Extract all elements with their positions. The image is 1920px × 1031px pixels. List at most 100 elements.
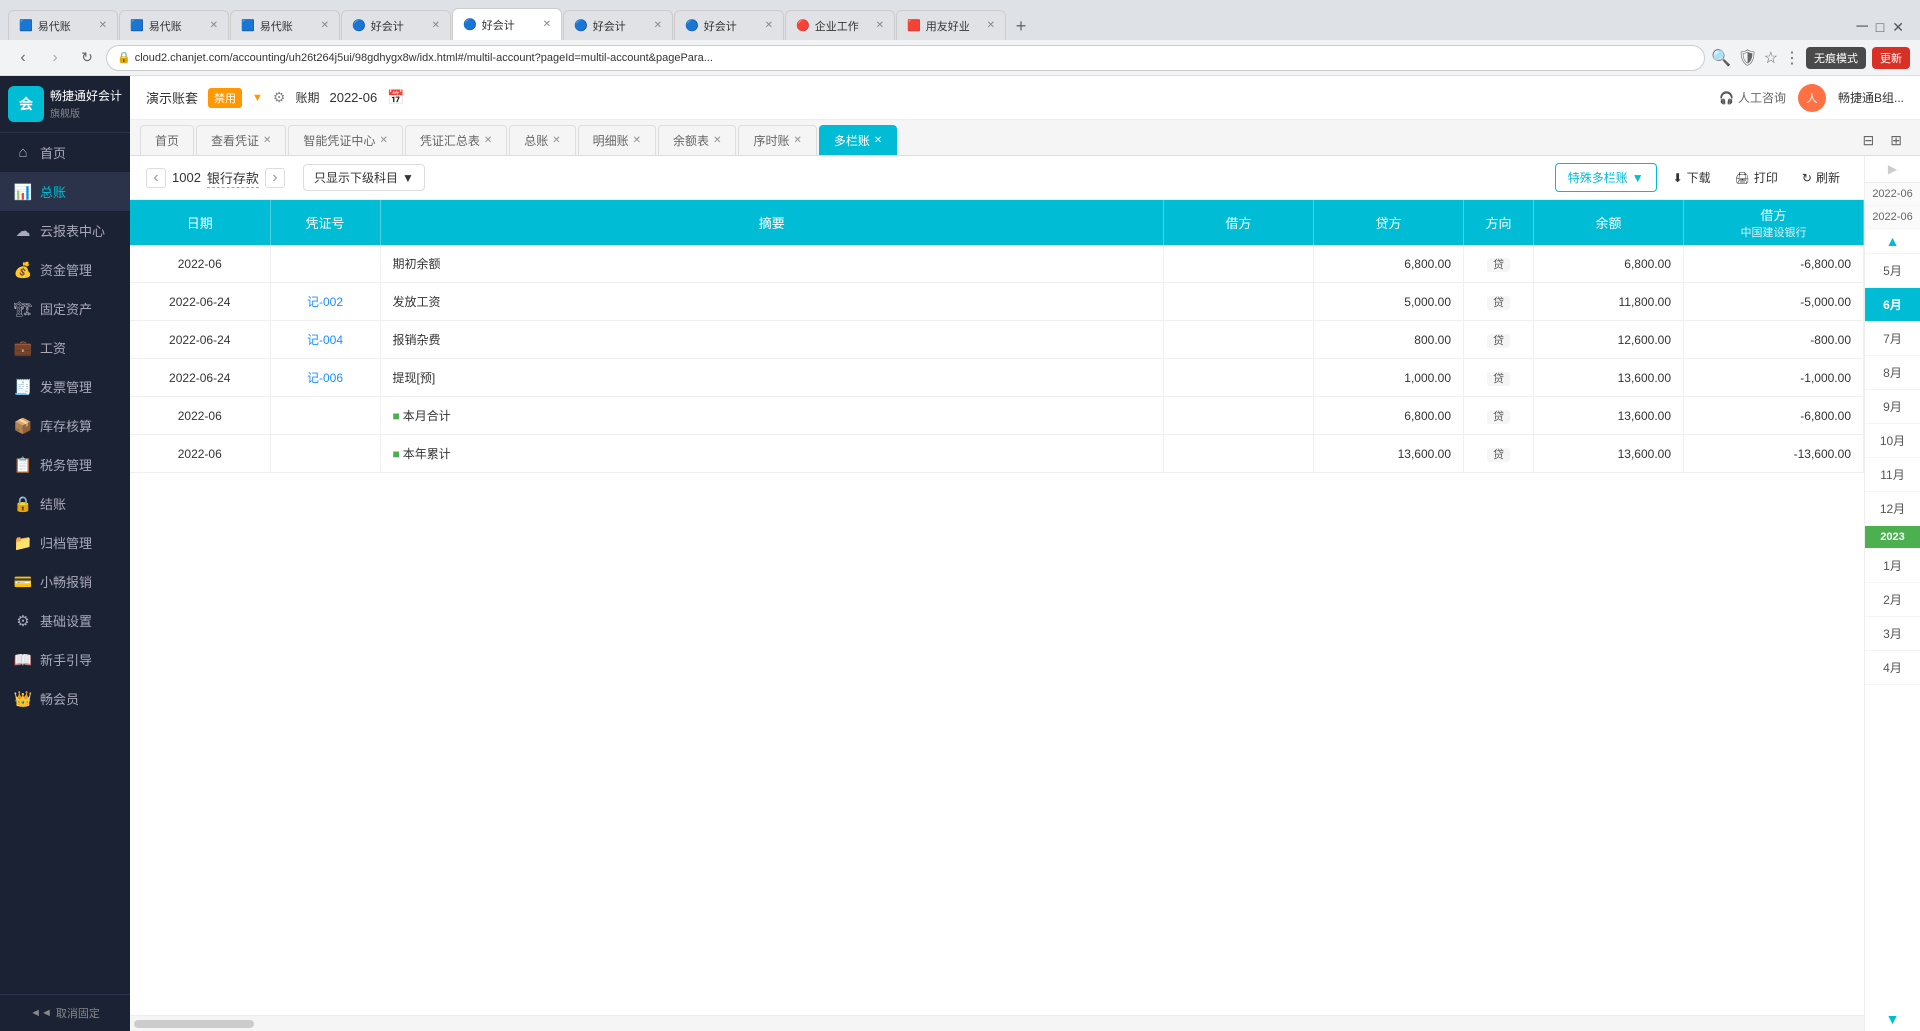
page-tab-summary[interactable]: 凭证汇总表✕ [405, 125, 507, 155]
cell-extra-5: -6,800.00 [1684, 397, 1864, 435]
page-tab-chronological[interactable]: 序时账✕ [738, 125, 816, 155]
new-tab-btn[interactable]: + [1007, 12, 1035, 40]
sidebar-label-close: 结账 [40, 494, 66, 513]
tab-9[interactable]: 🟥用友好业✕ [896, 10, 1006, 40]
url-bar[interactable]: 🔒 cloud2.chanjet.com/accounting/uh26t264… [106, 45, 1705, 71]
forward-btn[interactable]: › [42, 45, 68, 71]
sidebar-item-ledger[interactable]: 📊 总账 [0, 172, 130, 211]
sidebar-item-archive[interactable]: 📁 归档管理 [0, 523, 130, 562]
cell-bal-3: 12,600.00 [1534, 321, 1684, 359]
tab-2[interactable]: 🟦易代账✕ [119, 10, 229, 40]
tab-4[interactable]: 🔵好会计✕ [341, 10, 451, 40]
reload-btn[interactable]: ↻ [74, 45, 100, 71]
demo-badge-dropdown[interactable]: ▼ [252, 92, 263, 104]
window-controls: ─ □ ✕ [1848, 18, 1912, 36]
month-item-6-active[interactable]: 6月 [1865, 288, 1920, 322]
download-btn[interactable]: ⬇ 下载 [1665, 164, 1719, 191]
collapse-tabs-btn[interactable]: ⊟ [1855, 126, 1883, 155]
scroll-down-btn[interactable]: ▼ [1865, 1007, 1920, 1031]
page-tab-voucher[interactable]: 查看凭证✕ [196, 125, 286, 155]
close-tab-multi[interactable]: ✕ [874, 135, 882, 146]
cell-voucher-2[interactable]: 记-002 [270, 283, 380, 321]
page-tab-multi-column[interactable]: 多栏账✕ [819, 125, 897, 155]
month-item-3[interactable]: 3月 [1865, 617, 1920, 651]
page-tab-detail[interactable]: 明细账✕ [578, 125, 656, 155]
tab-8[interactable]: 🔴企业工作✕ [785, 10, 895, 40]
fund-icon: 💰 [14, 261, 32, 279]
sidebar-item-close[interactable]: 🔒 结账 [0, 484, 130, 523]
sidebar-label-fund: 资金管理 [40, 260, 92, 279]
search-icon[interactable]: 🔍 [1711, 48, 1731, 68]
month-item-12[interactable]: 12月 [1865, 492, 1920, 526]
sidebar-item-invoice[interactable]: 🧾 发票管理 [0, 367, 130, 406]
shield-icon[interactable]: 🛡 [1737, 48, 1757, 68]
sidebar-item-settings[interactable]: ⚙ 基础设置 [0, 601, 130, 640]
sidebar-item-fund[interactable]: 💰 资金管理 [0, 250, 130, 289]
close-btn[interactable]: ✕ [1892, 19, 1904, 36]
page-tab-general-ledger[interactable]: 总账✕ [509, 125, 575, 155]
pin-btn[interactable]: ◄◄ 取消固定 [10, 1005, 120, 1021]
star-icon[interactable]: ☆ [1764, 48, 1778, 68]
month-item-1[interactable]: 1月 [1865, 549, 1920, 583]
special-btn-icon: ▼ [1632, 171, 1644, 185]
prev-account-btn[interactable]: ‹ [146, 168, 166, 188]
settings-icon-top[interactable]: ⚙ [273, 89, 286, 106]
close-tab-summary[interactable]: ✕ [484, 135, 492, 146]
close-tab-smart[interactable]: ✕ [379, 135, 387, 146]
month-item-4[interactable]: 4月 [1865, 651, 1920, 685]
expand-tabs-btn[interactable]: ⊞ [1882, 126, 1910, 155]
sidebar-item-fixed-assets[interactable]: 🏗 固定资产 [0, 289, 130, 328]
update-btn[interactable]: 更新 [1872, 47, 1910, 69]
close-tab-gl[interactable]: ✕ [552, 135, 560, 146]
page-tabs: 首页 查看凭证✕ 智能凭证中心✕ 凭证汇总表✕ 总账✕ 明细账✕ 余额表✕ 序时… [130, 120, 1920, 156]
special-column-btn[interactable]: 特殊多栏账 ▼ [1555, 163, 1657, 192]
maximize-btn[interactable]: □ [1876, 19, 1884, 35]
sidebar-item-salary[interactable]: 💼 工资 [0, 328, 130, 367]
month-item-10[interactable]: 10月 [1865, 424, 1920, 458]
page-tab-home[interactable]: 首页 [140, 125, 194, 155]
refresh-btn[interactable]: ↻ 刷新 [1794, 164, 1848, 191]
close-tab-balance[interactable]: ✕ [713, 135, 721, 146]
cell-voucher-3[interactable]: 记-004 [270, 321, 380, 359]
month-item-9[interactable]: 9月 [1865, 390, 1920, 424]
sidebar-item-tax[interactable]: 📋 税务管理 [0, 445, 130, 484]
month-item-7[interactable]: 7月 [1865, 322, 1920, 356]
sidebar-item-expense[interactable]: 💳 小畅报销 [0, 562, 130, 601]
tab-7[interactable]: 🔵好会计✕ [674, 10, 784, 40]
cell-voucher-4[interactable]: 记-006 [270, 359, 380, 397]
scroll-thumb[interactable] [134, 1020, 254, 1028]
month-item-5[interactable]: 5月 [1865, 254, 1920, 288]
consult-label: 人工咨询 [1738, 89, 1786, 106]
next-account-btn[interactable]: › [265, 168, 285, 188]
expense-icon: 💳 [14, 573, 32, 591]
consult-btn[interactable]: 🎧 人工咨询 [1719, 89, 1786, 106]
tab-5-active[interactable]: 🔵好会计✕ [452, 8, 562, 40]
tab-3[interactable]: 🟦易代账✕ [230, 10, 340, 40]
month-item-2[interactable]: 2月 [1865, 583, 1920, 617]
sidebar-item-home[interactable]: ⌂ 首页 [0, 133, 130, 172]
home-icon: ⌂ [14, 144, 32, 162]
print-btn[interactable]: 🖨 打印 [1727, 164, 1786, 191]
sidebar-item-inventory[interactable]: 📦 库存核算 [0, 406, 130, 445]
calendar-icon[interactable]: 📅 [387, 89, 404, 106]
scroll-up-btn[interactable]: ▲ [1865, 229, 1920, 254]
tab-6[interactable]: 🔵好会计✕ [563, 10, 673, 40]
sidebar-item-cloud-report[interactable]: ☁ 云报表中心 [0, 211, 130, 250]
month-item-11[interactable]: 11月 [1865, 458, 1920, 492]
minimize-btn[interactable]: ─ [1856, 18, 1867, 36]
cell-dir-4: 贷 [1464, 359, 1534, 397]
collapse-panel-btn[interactable]: ▶ [1865, 156, 1920, 183]
close-tab-detail[interactable]: ✕ [633, 135, 641, 146]
horizontal-scrollbar[interactable] [130, 1015, 1864, 1031]
sidebar-item-guide[interactable]: 📖 新手引导 [0, 640, 130, 679]
back-btn[interactable]: ‹ [10, 45, 36, 71]
tab-1[interactable]: 🟦易代账✕ [8, 10, 118, 40]
page-tab-balance[interactable]: 余额表✕ [658, 125, 736, 155]
sidebar-item-member[interactable]: 👑 畅会员 [0, 679, 130, 718]
page-tab-smart-voucher[interactable]: 智能凭证中心✕ [288, 125, 402, 155]
close-tab-voucher[interactable]: ✕ [263, 135, 271, 146]
close-tab-chron[interactable]: ✕ [793, 135, 801, 146]
month-item-8[interactable]: 8月 [1865, 356, 1920, 390]
filter-dropdown[interactable]: 只显示下级科目 ▼ [303, 164, 425, 191]
browser-menu-icon[interactable]: ⋮ [1784, 48, 1800, 68]
